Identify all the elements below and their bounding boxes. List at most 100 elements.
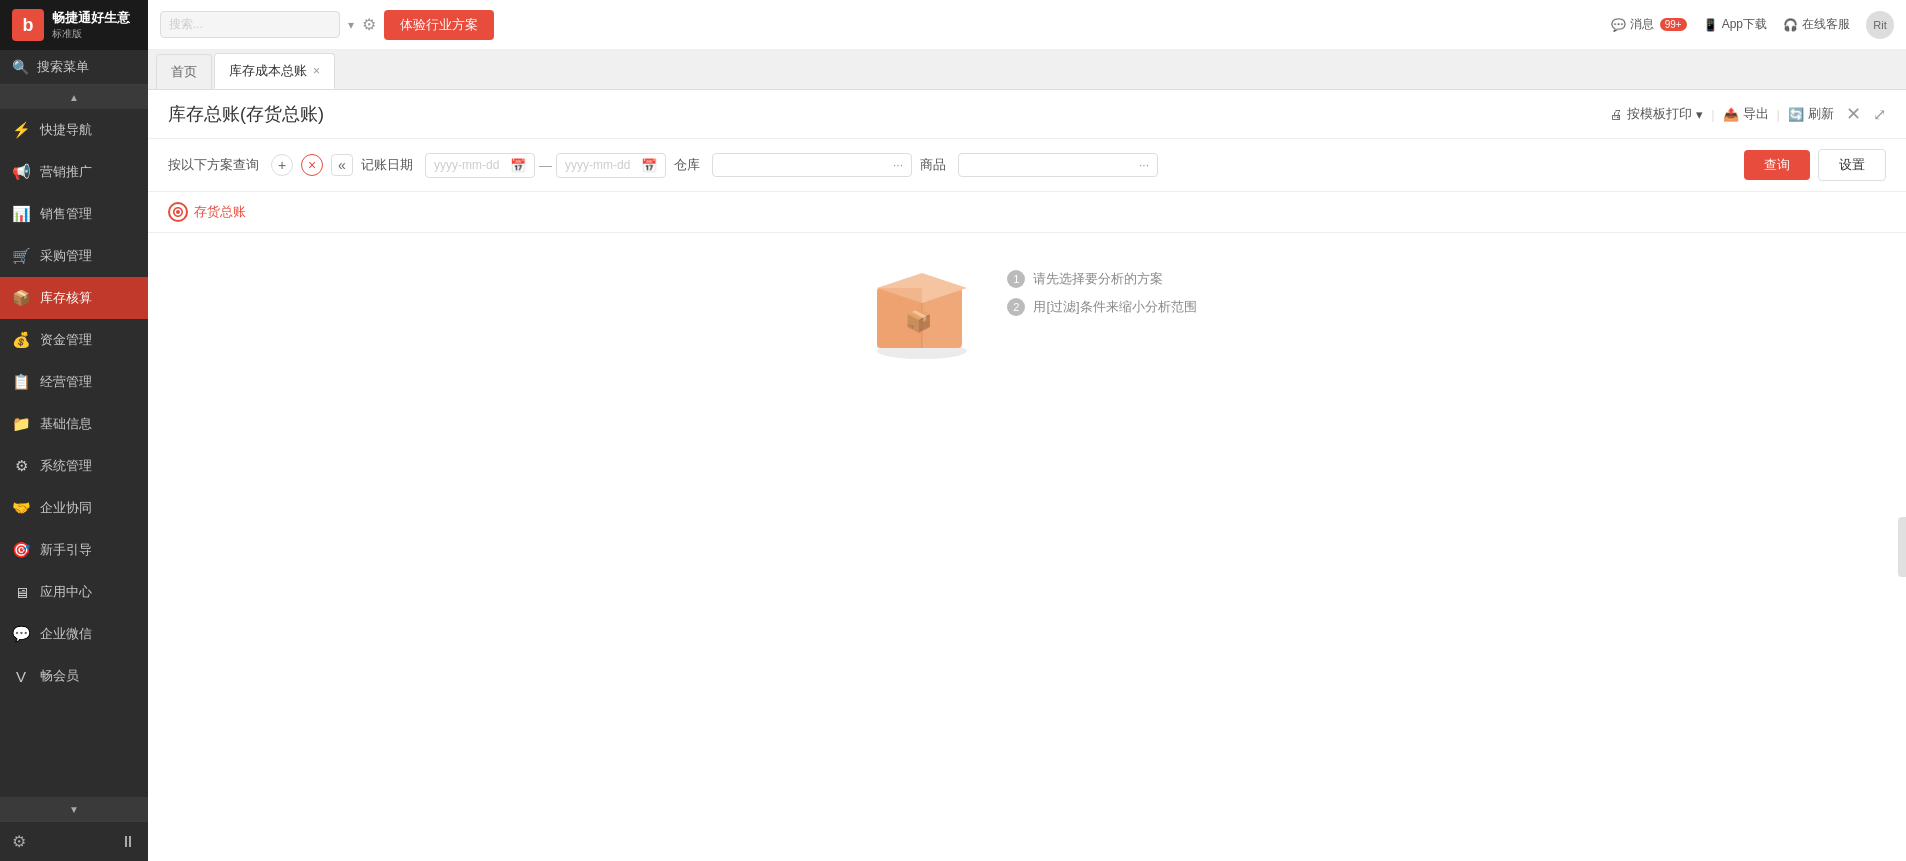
sidebar-item-system[interactable]: ⚙ 系统管理 [0,445,148,487]
sidebar-nav: ⚡ 快捷导航 📢 营销推广 📊 销售管理 🛒 采购管理 📦 库存核算 💰 资金管… [0,109,148,797]
hint-1: 1 请先选择要分析的方案 [1007,270,1196,288]
header-gear-icon[interactable]: ⚙ [362,15,376,34]
inventory-icon: 📦 [12,289,30,307]
tab-inventory-cost[interactable]: 库存成本总账 × [214,53,335,89]
marketing-icon: 📢 [12,163,30,181]
refresh-icon: 🔄 [1788,107,1804,122]
close-panel-btn[interactable]: ✕ [1842,103,1865,125]
message-icon: 💬 [1611,18,1626,32]
basic-icon: 📁 [12,415,30,433]
app-download-action[interactable]: 📱 App下载 [1703,16,1767,33]
filter-label: 按以下方案查询 [168,156,259,174]
sidebar-item-enterprise-wechat[interactable]: 💬 企业微信 [0,613,148,655]
app-logo-icon: b [12,9,44,41]
refresh-btn[interactable]: 🔄 刷新 [1788,105,1834,123]
sidebar-item-basic[interactable]: 📁 基础信息 [0,403,148,445]
scheme-label: 存货总账 [194,203,246,221]
industry-btn[interactable]: 体验行业方案 [384,10,494,40]
sidebar-item-finance[interactable]: 💰 资金管理 [0,319,148,361]
header-left: 搜索... ▾ ⚙ 体验行业方案 [160,10,494,40]
coop-icon: 🤝 [12,499,30,517]
calendar-start-icon[interactable]: 📅 [510,158,526,173]
query-btn[interactable]: 查询 [1744,150,1810,180]
page-title-bar: 库存总账(存货总账) 🖨 按模板打印 ▾ | 📤 导出 | 🔄 刷新 ✕ [148,90,1906,139]
app-download-icon: 📱 [1703,18,1718,32]
calendar-end-icon[interactable]: 📅 [641,158,657,173]
search-icon: 🔍 [12,59,29,75]
scheme-icon [168,202,188,222]
main-area: 搜索... ▾ ⚙ 体验行业方案 💬 消息 99+ 📱 App下载 🎧 在线客服… [148,0,1906,861]
right-panel-toggle[interactable] [1898,517,1906,577]
sidebar-search[interactable]: 🔍 搜索菜单 [0,50,148,85]
headset-icon: 🎧 [1783,18,1798,32]
system-icon: ⚙ [12,457,30,475]
date-filter-label: 记账日期 [361,156,413,174]
expand-icon[interactable]: ⤢ [1873,105,1886,124]
top-header: 搜索... ▾ ⚙ 体验行业方案 💬 消息 99+ 📱 App下载 🎧 在线客服… [148,0,1906,50]
scroll-up-btn[interactable]: ▲ [0,85,148,109]
online-service-action[interactable]: 🎧 在线客服 [1783,16,1850,33]
header-chevron-icon[interactable]: ▾ [348,18,354,32]
sales-icon: 📊 [12,205,30,223]
filter-close-btn[interactable]: × [301,154,323,176]
finance-icon: 💰 [12,331,30,349]
tab-close-icon[interactable]: × [313,64,320,78]
product-select-dots[interactable]: ··· [1139,158,1149,172]
newbie-icon: 🎯 [12,541,30,559]
collapse-icon[interactable]: ⏸ [120,833,136,851]
warehouse-select[interactable]: ··· [712,153,912,177]
product-filter-label: 商品 [920,156,946,174]
scroll-down-btn[interactable]: ▼ [0,797,148,821]
export-btn[interactable]: 📤 导出 [1723,105,1769,123]
date-start-input[interactable]: yyyy-mm-dd 📅 [425,153,535,178]
settings-btn[interactable]: 设置 [1818,149,1886,181]
filter-right: 查询 设置 [1744,149,1886,181]
tab-home[interactable]: 首页 [156,54,212,89]
divider2: | [1777,107,1780,122]
date-separator: — [539,158,552,173]
content-area: 📦 1 请先选择要分析的方案 2 用[过滤]条件来缩小分析范围 [148,233,1906,861]
app-logo-text: 畅捷通好生意 标准版 [52,10,130,40]
page-title: 库存总账(存货总账) [168,102,324,126]
filter-add-btn[interactable]: + [271,154,293,176]
hint-num-1: 1 [1007,270,1025,288]
enterprise-wechat-icon: 💬 [12,625,30,643]
sidebar-item-purchase[interactable]: 🛒 采购管理 [0,235,148,277]
print-btn[interactable]: 🖨 按模板打印 ▾ [1610,105,1703,123]
filter-bar: 按以下方案查询 + × « 记账日期 yyyy-mm-dd 📅 — yyyy-m… [148,139,1906,192]
print-icon: 🖨 [1610,107,1623,122]
sidebar-item-app-center[interactable]: 🖥 应用中心 [0,571,148,613]
product-select[interactable]: ··· [958,153,1158,177]
sidebar: b 畅捷通好生意 标准版 🔍 搜索菜单 ▲ ⚡ 快捷导航 📢 营销推广 📊 销售… [0,0,148,861]
empty-state: 📦 1 请先选择要分析的方案 2 用[过滤]条件来缩小分析范围 [148,233,1906,353]
scheme-filter: 存货总账 [148,192,1906,233]
page-content: 库存总账(存货总账) 🖨 按模板打印 ▾ | 📤 导出 | 🔄 刷新 ✕ [148,90,1906,861]
filter-collapse-btn[interactable]: « [331,154,353,176]
settings-icon[interactable]: ⚙ [12,832,26,851]
sidebar-item-operation[interactable]: 📋 经营管理 [0,361,148,403]
warehouse-select-dots[interactable]: ··· [893,158,903,172]
sidebar-item-coop[interactable]: 🤝 企业协同 [0,487,148,529]
quick-nav-icon: ⚡ [12,121,30,139]
sidebar-item-vip[interactable]: V 畅会员 [0,655,148,697]
sidebar-item-marketing[interactable]: 📢 营销推广 [0,151,148,193]
message-action[interactable]: 💬 消息 99+ [1611,16,1687,33]
svg-point-0 [176,210,180,214]
warehouse-filter-label: 仓库 [674,156,700,174]
purchase-icon: 🛒 [12,247,30,265]
operation-icon: 📋 [12,373,30,391]
sidebar-item-newbie[interactable]: 🎯 新手引导 [0,529,148,571]
hint-2: 2 用[过滤]条件来缩小分析范围 [1007,298,1196,316]
sidebar-item-quick-nav[interactable]: ⚡ 快捷导航 [0,109,148,151]
header-search[interactable]: 搜索... [160,11,340,38]
sidebar-item-sales[interactable]: 📊 销售管理 [0,193,148,235]
app-center-icon: 🖥 [12,584,30,601]
scheme-item[interactable]: 存货总账 [168,202,246,222]
avatar[interactable]: Rit [1866,11,1894,39]
search-placeholder: 搜索... [169,16,203,33]
vip-icon: V [12,668,30,685]
empty-hints: 1 请先选择要分析的方案 2 用[过滤]条件来缩小分析范围 [1007,270,1196,316]
date-end-input[interactable]: yyyy-mm-dd 📅 [556,153,666,178]
sidebar-item-inventory[interactable]: 📦 库存核算 [0,277,148,319]
sidebar-footer: ⚙ ⏸ [0,821,148,861]
